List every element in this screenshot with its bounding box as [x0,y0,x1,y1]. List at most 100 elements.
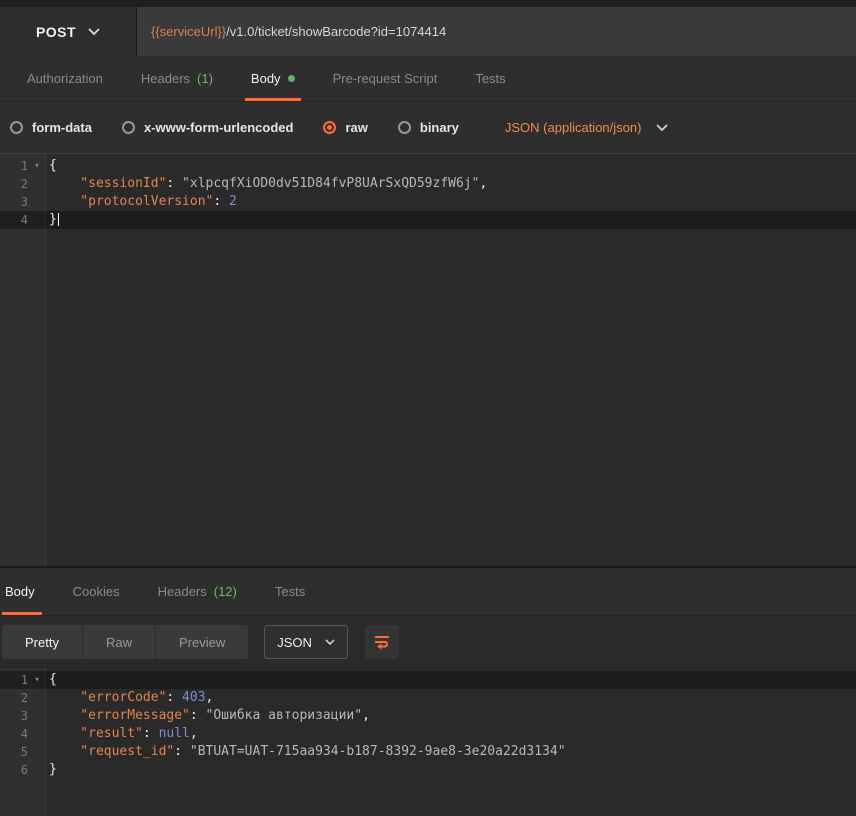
chevron-down-icon [656,124,669,131]
code-line[interactable]: 2 "sessionId": "xlpcqfXiOD0dv51D84fvP8UA… [0,175,856,193]
tab-label: Tests [274,584,306,599]
line-number: 3 [20,709,28,723]
line-number: 3 [20,195,28,209]
raw-button[interactable]: Raw [83,625,156,659]
response-body-editor[interactable]: 1 ▾ { 2 "errorCode": 403, 3 "errorMessag… [0,668,856,816]
radio-form-data[interactable]: form-data [10,120,92,135]
radio-icon [397,121,411,134]
line-number: 1 [20,159,28,173]
tab-headers[interactable]: Headers (1) [122,56,232,101]
line-number: 5 [20,745,28,759]
tab-pre-request-script[interactable]: Pre-request Script [314,56,457,101]
button-label: Pretty [25,634,59,650]
fold-gutter [28,707,46,725]
green-dot-icon [287,75,295,82]
request-tabs: Authorization Headers (1) Body Pre-reque… [0,56,856,102]
body-type-bar: form-data x-www-form-urlencoded raw bina… [0,102,856,154]
format-selector[interactable]: JSON [264,625,348,659]
tab-label: Headers [140,71,191,86]
radio-selected-icon [323,121,337,134]
tab-tests[interactable]: Tests [456,56,524,101]
tab-label: Headers [157,584,207,599]
fold-caret-icon[interactable]: ▾ [28,157,46,175]
code-token: { [49,158,57,173]
tab-label: Body [5,584,35,599]
radio-x-www-form-urlencoded[interactable]: x-www-form-urlencoded [121,120,294,135]
request-url-bar: POST {{serviceUrl}}/v1.0/ticket/showBarc… [0,0,856,56]
chevron-down-icon [88,28,100,35]
code-token: : [166,176,183,191]
code-token: "xlpcqfXiOD0dv51D84fvP8UArSxQD59zfW6j" [182,176,480,191]
line-number: 2 [20,691,28,705]
tab-cookies[interactable]: Cookies [54,568,139,615]
radio-binary[interactable]: binary [397,120,459,135]
code-token: "errorMessage" [80,708,190,723]
request-body-editor[interactable]: 1 ▾ { 2 "sessionId": "xlpcqfXiOD0dv51D84… [0,154,856,566]
code-text: "request_id": "BTUAT=UAT-715aa934-b187-8… [46,743,566,761]
tab-response-body[interactable]: Body [2,568,54,615]
text-cursor [57,213,59,226]
fold-gutter [28,689,46,707]
preview-button[interactable]: Preview [156,625,248,659]
code-token: "request_id" [80,744,175,759]
tab-authorization[interactable]: Authorization [8,56,122,101]
code-line-active[interactable]: 1 ▾ { [0,671,856,689]
code-token: , [479,176,488,191]
line-number: 1 [20,673,28,687]
code-line[interactable]: 3 "protocolVersion": 2 [0,193,856,211]
code-token: : [189,708,206,723]
code-line-active[interactable]: 4 } [0,211,856,229]
code-line[interactable]: 2 "errorCode": 403, [0,689,856,707]
chevron-down-icon [325,639,335,645]
radio-icon [10,121,23,134]
radio-label: x-www-form-urlencoded [143,120,294,135]
code-line[interactable]: 1 ▾ { [0,157,856,175]
code-token: } [49,212,57,227]
tab-label: Tests [475,71,506,86]
code-token: : [174,744,190,759]
code-token: : [166,690,183,705]
fold-gutter [28,743,46,761]
headers-count-badge: (12) [213,584,237,599]
tab-response-tests[interactable]: Tests [256,568,324,615]
method-label: POST [35,23,77,40]
code-token: { [49,672,57,687]
code-line[interactable]: 6 } [0,761,856,779]
content-type-selector[interactable]: JSON (application/json) [505,120,669,135]
fold-caret-icon[interactable]: ▾ [28,671,46,689]
code-token: "Ошибка авторизации" [205,708,363,723]
fold-gutter [28,761,46,779]
tab-response-headers[interactable]: Headers (12) [139,568,256,615]
url-path: /v1.0/ticket/showBarcode?id=1074414 [226,24,447,39]
pretty-button[interactable]: Pretty [2,625,83,659]
code-token: , [189,726,198,741]
url-input[interactable]: {{serviceUrl}}/v1.0/ticket/showBarcode?i… [137,7,856,56]
fold-gutter [28,175,46,193]
code-token: "protocolVersion" [80,194,214,209]
tab-body[interactable]: Body [232,56,314,101]
radio-label: form-data [32,120,92,135]
code-line[interactable]: 3 "errorMessage": "Ошибка авторизации", [0,707,856,725]
code-text: } [46,761,57,779]
response-tabs: Body Cookies Headers (12) Tests [0,566,856,616]
postman-window: POST {{serviceUrl}}/v1.0/ticket/showBarc… [0,0,856,816]
headers-count-badge: (1) [197,71,213,86]
button-label: Preview [178,634,226,650]
url-variable: {{serviceUrl}} [151,24,227,39]
code-line[interactable]: 5 "request_id": "BTUAT=UAT-715aa934-b187… [0,743,856,761]
code-token: "BTUAT=UAT-715aa934-b187-8392-9ae8-3e20a… [189,744,566,759]
fold-gutter [28,193,46,211]
code-text: "errorMessage": "Ошибка авторизации", [46,707,370,725]
code-token: 403 [182,690,206,705]
code-line[interactable]: 4 "result": null, [0,725,856,743]
method-selector[interactable]: POST [0,7,137,56]
code-token: } [49,762,57,777]
code-token: , [362,708,370,723]
radio-label: raw [345,120,368,135]
wrap-text-button[interactable] [364,625,399,659]
tab-label: Body [250,71,281,86]
radio-icon [121,121,135,134]
code-text: "sessionId": "xlpcqfXiOD0dv51D84fvP8UArS… [46,175,487,193]
code-token: "sessionId" [80,176,167,191]
radio-raw[interactable]: raw [323,120,368,135]
